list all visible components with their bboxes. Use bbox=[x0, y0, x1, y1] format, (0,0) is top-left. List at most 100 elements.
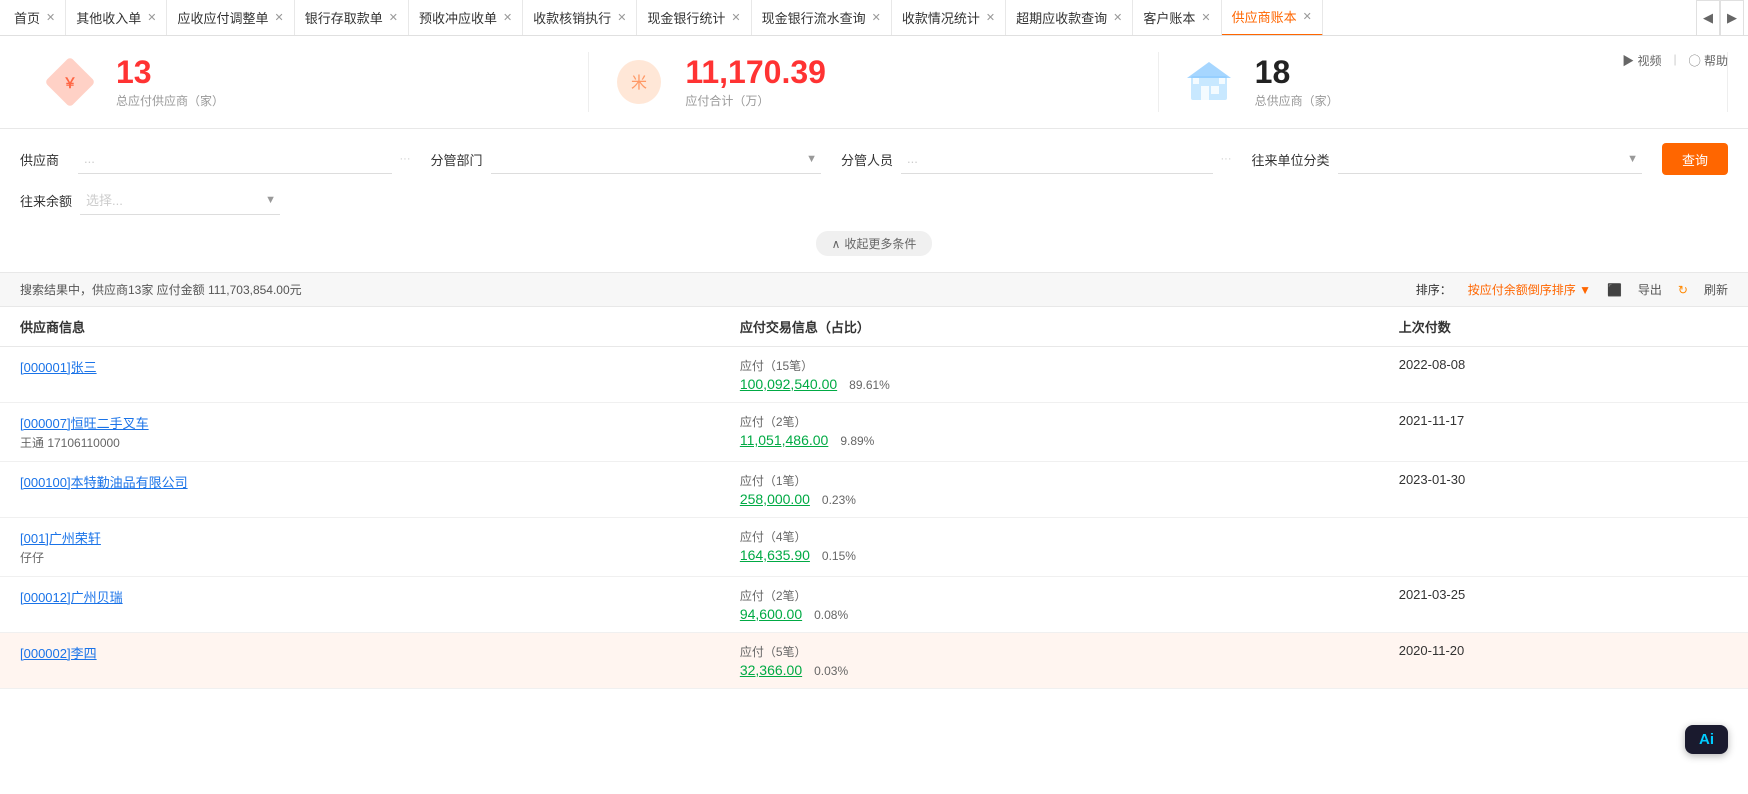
refresh-button[interactable]: 刷新 bbox=[1704, 281, 1728, 298]
table-row: [000002]李四 应付（5笔） 32,366.00 0.03% 2020-1… bbox=[0, 633, 1748, 689]
nav-tab-cash-stat-close[interactable]: ✕ bbox=[731, 11, 740, 24]
nav-tab-cash-stat[interactable]: 现金银行统计 ✕ bbox=[637, 0, 751, 36]
stat-number-payable-total: 11,170.39 bbox=[685, 55, 826, 90]
filter-select-dept-arrow: ▼ bbox=[806, 153, 821, 165]
td-tx-2: 应付（1笔） 258,000.00 0.23% bbox=[720, 462, 1379, 518]
tx-label-2: 应付（1笔） bbox=[740, 472, 1359, 489]
th-supplier-info: 供应商信息 bbox=[0, 307, 720, 347]
supplier-link-1[interactable]: [000007]恒旺二手叉车 bbox=[20, 416, 149, 431]
stat-text-payable-suppliers: 13 总应付供应商（家） bbox=[116, 55, 224, 109]
td-date-3 bbox=[1379, 518, 1748, 577]
collapse-button[interactable]: ∧ 收起更多条件 bbox=[816, 231, 933, 256]
td-date-4: 2021-03-25 bbox=[1379, 577, 1748, 633]
date-text-5: 2020-11-20 bbox=[1399, 643, 1465, 658]
date-text-0: 2022-08-08 bbox=[1399, 357, 1466, 372]
sort-select[interactable]: 按应付余额倒序排序 ▼ bbox=[1468, 281, 1591, 298]
video-link[interactable]: ▶ 视频 bbox=[1622, 52, 1661, 69]
nav-tab-prepay-label: 预收冲应收单 bbox=[419, 8, 497, 27]
tx-amount-4[interactable]: 94,600.00 bbox=[740, 606, 802, 622]
nav-tab-cash-flow-label: 现金银行流水查询 bbox=[762, 8, 866, 27]
nav-tab-verify-close[interactable]: ✕ bbox=[617, 11, 626, 24]
nav-tab-customer[interactable]: 客户账本 ✕ bbox=[1133, 0, 1221, 36]
table-body: [000001]张三 应付（15笔） 100,092,540.00 89.61%… bbox=[0, 347, 1748, 689]
tx-amount-3[interactable]: 164,635.90 bbox=[740, 547, 810, 563]
nav-tab-bank-close[interactable]: ✕ bbox=[389, 11, 398, 24]
td-date-1: 2021-11-17 bbox=[1379, 403, 1748, 462]
tx-percent-5: 0.03% bbox=[814, 664, 848, 678]
nav-tab-cash-flow[interactable]: 现金银行流水查询 ✕ bbox=[752, 0, 892, 36]
tx-amount-0[interactable]: 100,092,540.00 bbox=[740, 376, 837, 392]
nav-tab-bank[interactable]: 银行存取款单 ✕ bbox=[295, 0, 409, 36]
supplier-sub-1: 王通 17106110000 bbox=[20, 434, 700, 451]
nav-tab-cash-stat-label: 现金银行统计 bbox=[647, 8, 725, 27]
result-bar: 搜索结果中，供应商13家 应付金额 111,703,854.00元 排序： 按应… bbox=[0, 273, 1748, 307]
nav-tab-payment-stat[interactable]: 收款情况统计 ✕ bbox=[892, 0, 1006, 36]
nav-tab-other-income[interactable]: 其他收入单 ✕ bbox=[66, 0, 167, 36]
query-button[interactable]: 查询 bbox=[1662, 143, 1728, 175]
nav-arrow-right[interactable]: ▶ bbox=[1720, 0, 1744, 36]
export-button[interactable]: 导出 bbox=[1638, 281, 1662, 298]
supplier-link-4[interactable]: [000012]广州贝瑞 bbox=[20, 590, 123, 605]
filter-select-category-arrow: ▼ bbox=[1627, 153, 1642, 165]
supplier-dots-icon: ··· bbox=[400, 153, 411, 165]
nav-tab-supplier-close[interactable]: ✕ bbox=[1303, 10, 1312, 23]
th-last-payment: 上次付数 bbox=[1379, 307, 1748, 347]
stat-number-total-suppliers: 18 bbox=[1255, 55, 1339, 90]
nav-tab-adjust[interactable]: 应收应付调整单 ✕ bbox=[167, 0, 294, 36]
help-link[interactable]: ◯ 帮助 bbox=[1689, 52, 1728, 69]
tx-amount-2[interactable]: 258,000.00 bbox=[740, 491, 810, 507]
nav-tab-home[interactable]: 首页 ✕ bbox=[4, 0, 66, 36]
filter-select-category[interactable]: ▼ bbox=[1338, 144, 1642, 174]
filter-select-dept[interactable]: ▼ bbox=[491, 144, 821, 174]
nav-tab-home-close[interactable]: ✕ bbox=[46, 11, 55, 24]
tx-label-0: 应付（15笔） bbox=[740, 357, 1359, 374]
nav-tab-adjust-label: 应收应付调整单 bbox=[177, 8, 268, 27]
td-tx-3: 应付（4笔） 164,635.90 0.15% bbox=[720, 518, 1379, 577]
filter-label-person: 分管人员 bbox=[841, 150, 893, 169]
nav-tab-verify[interactable]: 收款核销执行 ✕ bbox=[523, 0, 637, 36]
tx-row-3: 164,635.90 0.15% bbox=[740, 547, 1359, 563]
filter-label-dept: 分管部门 bbox=[431, 150, 483, 169]
nav-tab-overdue[interactable]: 超期应收款查询 ✕ bbox=[1006, 0, 1133, 36]
nav-tab-prepay-close[interactable]: ✕ bbox=[503, 11, 512, 24]
nav-arrow-left[interactable]: ◀ bbox=[1696, 0, 1720, 36]
td-supplier-5: [000002]李四 bbox=[0, 633, 720, 689]
supplier-link-0[interactable]: [000001]张三 bbox=[20, 360, 97, 375]
ai-button[interactable]: Ai bbox=[1685, 725, 1728, 754]
tx-amount-1[interactable]: 11,051,486.00 bbox=[740, 432, 829, 448]
filter-select-balance-text: 选择... bbox=[80, 190, 265, 209]
table-row: [000001]张三 应付（15笔） 100,092,540.00 89.61%… bbox=[0, 347, 1748, 403]
tx-row-1: 11,051,486.00 9.89% bbox=[740, 432, 1359, 448]
table-row: [000007]恒旺二手叉车 王通 17106110000 应付（2笔） 11,… bbox=[0, 403, 1748, 462]
nav-tab-supplier[interactable]: 供应商账本 ✕ bbox=[1222, 0, 1323, 36]
stat-text-total-suppliers: 18 总供应商（家） bbox=[1255, 55, 1339, 109]
nav-tab-adjust-close[interactable]: ✕ bbox=[274, 11, 283, 24]
filter-input-supplier[interactable] bbox=[78, 144, 392, 174]
nav-arrows-container: ◀ ▶ bbox=[1696, 0, 1744, 36]
nav-tab-customer-close[interactable]: ✕ bbox=[1201, 11, 1210, 24]
stat-label-payable-suppliers: 总应付供应商（家） bbox=[116, 92, 224, 109]
nav-tab-prepay[interactable]: 预收冲应收单 ✕ bbox=[409, 0, 523, 36]
supplier-link-2[interactable]: [000100]本特勤油品有限公司 bbox=[20, 475, 188, 490]
stat-block-payable-suppliers: ￥ 13 总应付供应商（家） bbox=[20, 52, 589, 112]
nav-tab-overdue-close[interactable]: ✕ bbox=[1113, 11, 1122, 24]
supplier-link-3[interactable]: [001]广州荣轩 bbox=[20, 531, 101, 546]
filter-input-person[interactable] bbox=[901, 144, 1212, 174]
collapse-up-icon: ∧ bbox=[832, 237, 841, 251]
nav-tab-cash-flow-close[interactable]: ✕ bbox=[872, 11, 881, 24]
filter-select-balance[interactable]: 选择... ▼ bbox=[80, 185, 280, 215]
tx-label-4: 应付（2笔） bbox=[740, 587, 1359, 604]
nav-tab-other-income-close[interactable]: ✕ bbox=[147, 11, 156, 24]
supplier-link-5[interactable]: [000002]李四 bbox=[20, 646, 97, 661]
tx-percent-2: 0.23% bbox=[822, 493, 856, 507]
td-supplier-4: [000012]广州贝瑞 bbox=[0, 577, 720, 633]
tx-amount-5[interactable]: 32,366.00 bbox=[740, 662, 802, 678]
nav-tab-payment-stat-close[interactable]: ✕ bbox=[986, 11, 995, 24]
td-supplier-1: [000007]恒旺二手叉车 王通 17106110000 bbox=[0, 403, 720, 462]
filter-item-person: 分管人员 ··· bbox=[841, 144, 1232, 174]
table-row: [000100]本特勤油品有限公司 应付（1笔） 258,000.00 0.23… bbox=[0, 462, 1748, 518]
td-supplier-2: [000100]本特勤油品有限公司 bbox=[0, 462, 720, 518]
nav-tab-verify-label: 收款核销执行 bbox=[533, 8, 611, 27]
supplier-table: 供应商信息 应付交易信息（占比） 上次付数 [000001]张三 应付（15笔）… bbox=[0, 307, 1748, 689]
date-text-2: 2023-01-30 bbox=[1399, 472, 1466, 487]
